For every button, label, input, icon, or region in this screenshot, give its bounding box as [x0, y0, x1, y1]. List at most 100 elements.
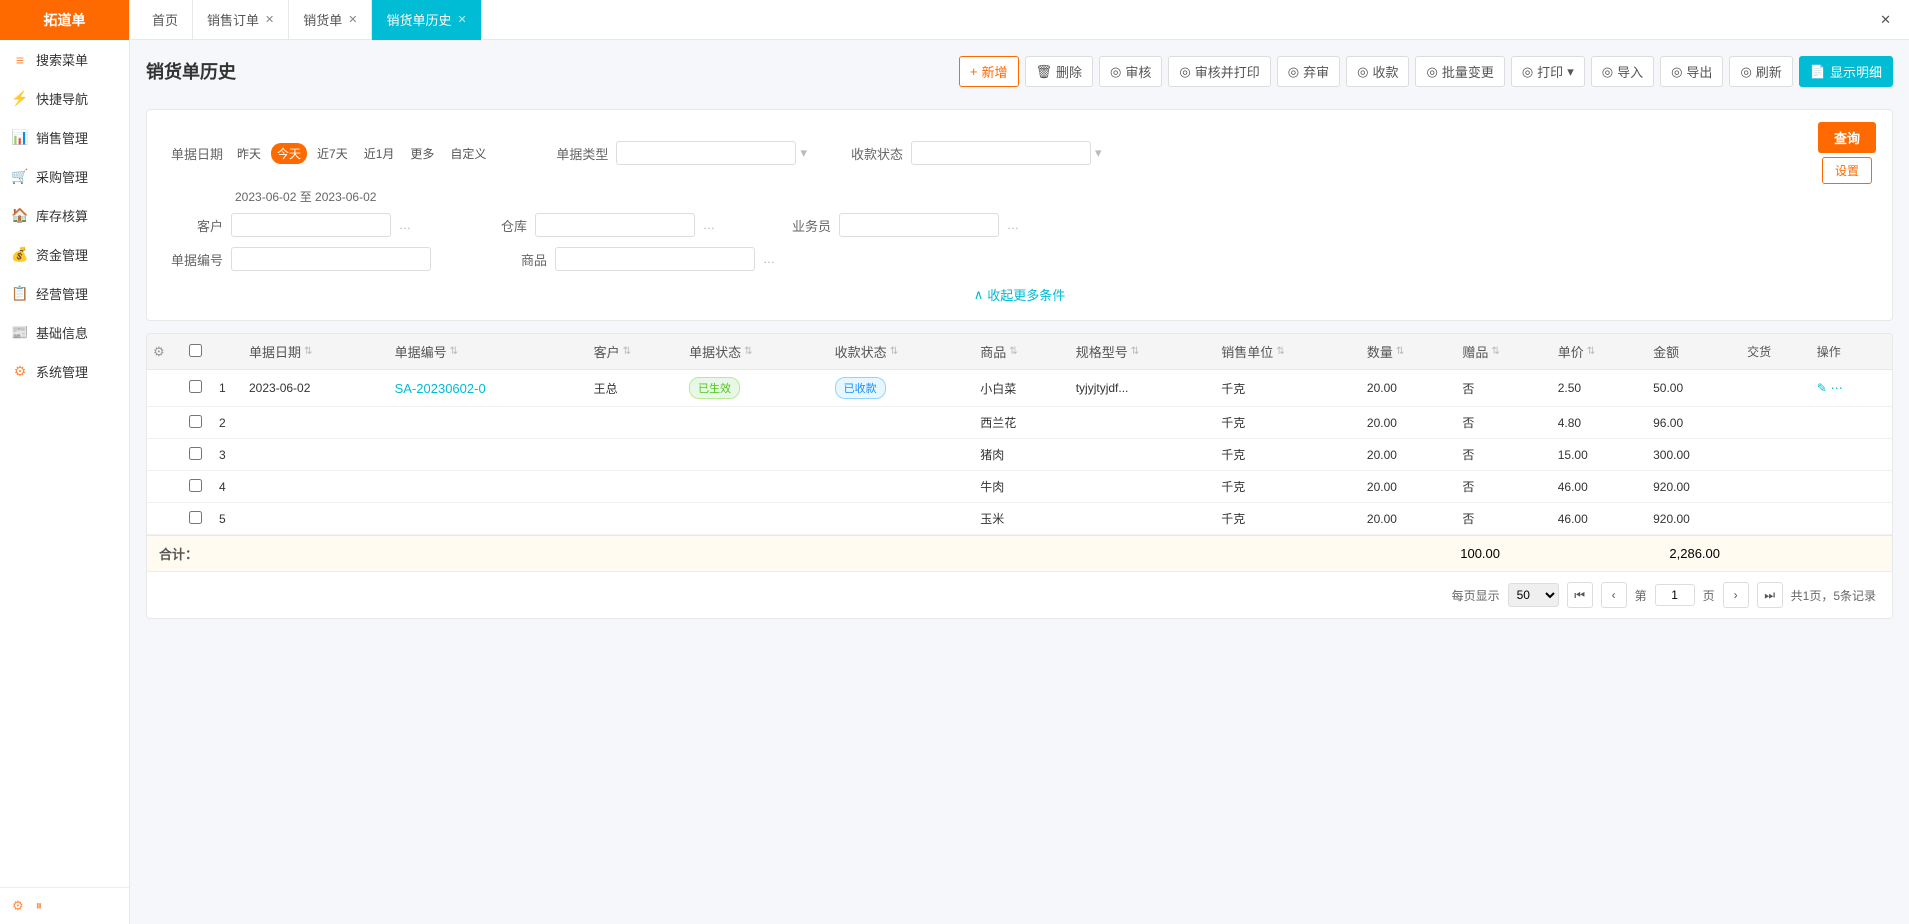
audit-print-button[interactable]: ◎ 审核并打印 — [1168, 56, 1270, 87]
filter-row-1: 单据日期 昨天 今天 近7天 近1月 更多 自定义 单据类型 ▾ — [163, 122, 1876, 184]
td-transaction — [1741, 439, 1811, 471]
show-detail-button[interactable]: 📄 显示明细 — [1799, 56, 1893, 87]
th-unit-price[interactable]: 单价⇅ — [1552, 334, 1647, 370]
tab-sales-delivery-history[interactable]: 销货单历史 ✕ — [372, 0, 481, 40]
next-page-button[interactable]: › — [1723, 582, 1749, 608]
per-page-select[interactable]: 50 10 20 100 — [1508, 583, 1559, 607]
row-checkbox[interactable] — [189, 479, 202, 492]
td-checkbox[interactable] — [183, 503, 213, 535]
sidebar-item-inventory-calc[interactable]: 🏠 库存核算 — [0, 196, 129, 235]
th-doc-date[interactable]: 单据日期⇅ — [243, 334, 389, 370]
sidebar-item-system-mgmt[interactable]: ⚙ 系统管理 — [0, 352, 129, 391]
td-quantity: 20.00 — [1361, 370, 1456, 407]
tab-close-all[interactable]: ✕ — [1870, 12, 1901, 28]
customer-input[interactable] — [231, 213, 391, 237]
warehouse-input[interactable] — [535, 213, 695, 237]
select-all-checkbox[interactable] — [189, 344, 202, 357]
sidebar-bottom-icon2[interactable]: ⏸ — [36, 898, 43, 914]
prev-page-button[interactable]: ‹ — [1601, 582, 1627, 608]
tab-home[interactable]: 首页 — [138, 0, 193, 40]
print-button[interactable]: ◎ 打印 ▾ — [1511, 56, 1585, 87]
edit-action[interactable]: ✎ — [1817, 381, 1827, 395]
last-page-button[interactable]: ⏭ — [1757, 582, 1783, 608]
date-tag-7days[interactable]: 近7天 — [311, 143, 354, 164]
import-button[interactable]: ◎ 导入 — [1591, 56, 1654, 87]
th-doc-status[interactable]: 单据状态⇅ — [683, 334, 829, 370]
td-amount: 50.00 — [1647, 370, 1741, 407]
batch-change-button[interactable]: ◎ 批量变更 — [1415, 56, 1504, 87]
td-checkbox[interactable] — [183, 370, 213, 407]
td-customer — [588, 407, 683, 439]
th-settings[interactable]: ⚙ — [147, 334, 183, 370]
tab-close-sales-order[interactable]: ✕ — [265, 13, 274, 26]
tab-sales-order[interactable]: 销售订单 ✕ — [193, 0, 289, 40]
row-checkbox[interactable] — [189, 447, 202, 460]
th-customer[interactable]: 客户⇅ — [588, 334, 683, 370]
td-doc-no[interactable]: SA-20230602-0 — [389, 370, 588, 407]
tab-close-sales-delivery-history[interactable]: ✕ — [458, 13, 467, 26]
th-spec-type[interactable]: 规格型号⇅ — [1070, 334, 1216, 370]
salesperson-ellipsis[interactable]: … — [1007, 218, 1019, 232]
abandon-button[interactable]: ◎ 弃审 — [1277, 56, 1340, 87]
date-tag-1month[interactable]: 近1月 — [358, 143, 401, 164]
audit-button[interactable]: ◎ 审核 — [1099, 56, 1162, 87]
th-collect-status[interactable]: 收款状态⇅ — [829, 334, 975, 370]
sidebar-item-operations-mgmt[interactable]: 📋 经营管理 — [0, 274, 129, 313]
sidebar-item-capital-mgmt[interactable]: 💰 资金管理 — [0, 235, 129, 274]
page-title: 销货单历史 — [146, 58, 236, 84]
row-checkbox[interactable] — [189, 511, 202, 524]
salesperson-input[interactable] — [839, 213, 999, 237]
td-doc-no[interactable] — [389, 439, 588, 471]
date-tag-custom[interactable]: 自定义 — [444, 143, 492, 164]
product-input[interactable] — [555, 247, 755, 271]
sidebar-item-basic-info[interactable]: 📰 基础信息 — [0, 313, 129, 352]
tab-sales-delivery[interactable]: 销货单 ✕ — [289, 0, 372, 40]
th-quantity[interactable]: 数量⇅ — [1361, 334, 1456, 370]
add-button[interactable]: + 新增 — [959, 56, 1019, 87]
customer-ellipsis[interactable]: … — [399, 218, 411, 232]
first-page-button[interactable]: ⏮ — [1567, 582, 1593, 608]
td-checkbox[interactable] — [183, 439, 213, 471]
th-doc-no[interactable]: 单据编号⇅ — [389, 334, 588, 370]
more-action[interactable]: ⋯ — [1831, 381, 1843, 395]
td-collect-status — [829, 471, 975, 503]
warehouse-ellipsis[interactable]: … — [703, 218, 715, 232]
td-doc-no[interactable] — [389, 407, 588, 439]
th-sales-unit[interactable]: 销售单位⇅ — [1215, 334, 1361, 370]
product-ellipsis[interactable]: … — [763, 252, 775, 266]
page-input[interactable] — [1655, 584, 1695, 606]
td-doc-no[interactable] — [389, 471, 588, 503]
doc-no-input[interactable] — [231, 247, 431, 271]
sidebar-item-quick-nav[interactable]: ⚡ 快捷导航 — [0, 79, 129, 118]
date-tag-yesterday[interactable]: 昨天 — [231, 143, 267, 164]
collect-button[interactable]: ◎ 收款 — [1346, 56, 1409, 87]
refresh-button[interactable]: ◎ 刷新 — [1729, 56, 1792, 87]
date-label: 单据日期 — [163, 144, 223, 163]
doc-status-badge: 已生效 — [689, 377, 740, 399]
th-product[interactable]: 商品⇅ — [974, 334, 1069, 370]
td-checkbox[interactable] — [183, 407, 213, 439]
row-checkbox[interactable] — [189, 415, 202, 428]
doc-type-select[interactable] — [616, 141, 796, 165]
td-checkbox[interactable] — [183, 471, 213, 503]
td-doc-no[interactable] — [389, 503, 588, 535]
delete-button[interactable]: 🗑 删除 — [1025, 56, 1094, 87]
refresh-icon: ◎ — [1740, 64, 1751, 80]
th-gift[interactable]: 赠品⇅ — [1456, 334, 1551, 370]
audit-icon: ◎ — [1110, 64, 1121, 80]
sidebar-bottom-icon1[interactable]: ⚙ — [12, 898, 24, 914]
date-tag-today[interactable]: 今天 — [271, 143, 307, 164]
tab-close-sales-delivery[interactable]: ✕ — [348, 13, 357, 26]
sidebar-item-search-menu[interactable]: ≡ 搜索菜单 — [0, 40, 129, 79]
row-checkbox[interactable] — [189, 380, 202, 393]
sidebar-item-purchase-mgmt[interactable]: 🛒 采购管理 — [0, 157, 129, 196]
date-tag-more[interactable]: 更多 — [404, 143, 440, 164]
collect-status-select[interactable] — [911, 141, 1091, 165]
th-amount[interactable]: 金额 — [1647, 334, 1741, 370]
collect-status-badge: 已收款 — [835, 377, 886, 399]
export-button[interactable]: ◎ 导出 — [1660, 56, 1723, 87]
set-button[interactable]: 设置 — [1822, 157, 1872, 184]
collapse-button[interactable]: ∧ 收起更多条件 — [970, 281, 1070, 308]
query-button[interactable]: 查询 — [1818, 122, 1876, 153]
sidebar-item-sales-mgmt[interactable]: 📊 销售管理 — [0, 118, 129, 157]
